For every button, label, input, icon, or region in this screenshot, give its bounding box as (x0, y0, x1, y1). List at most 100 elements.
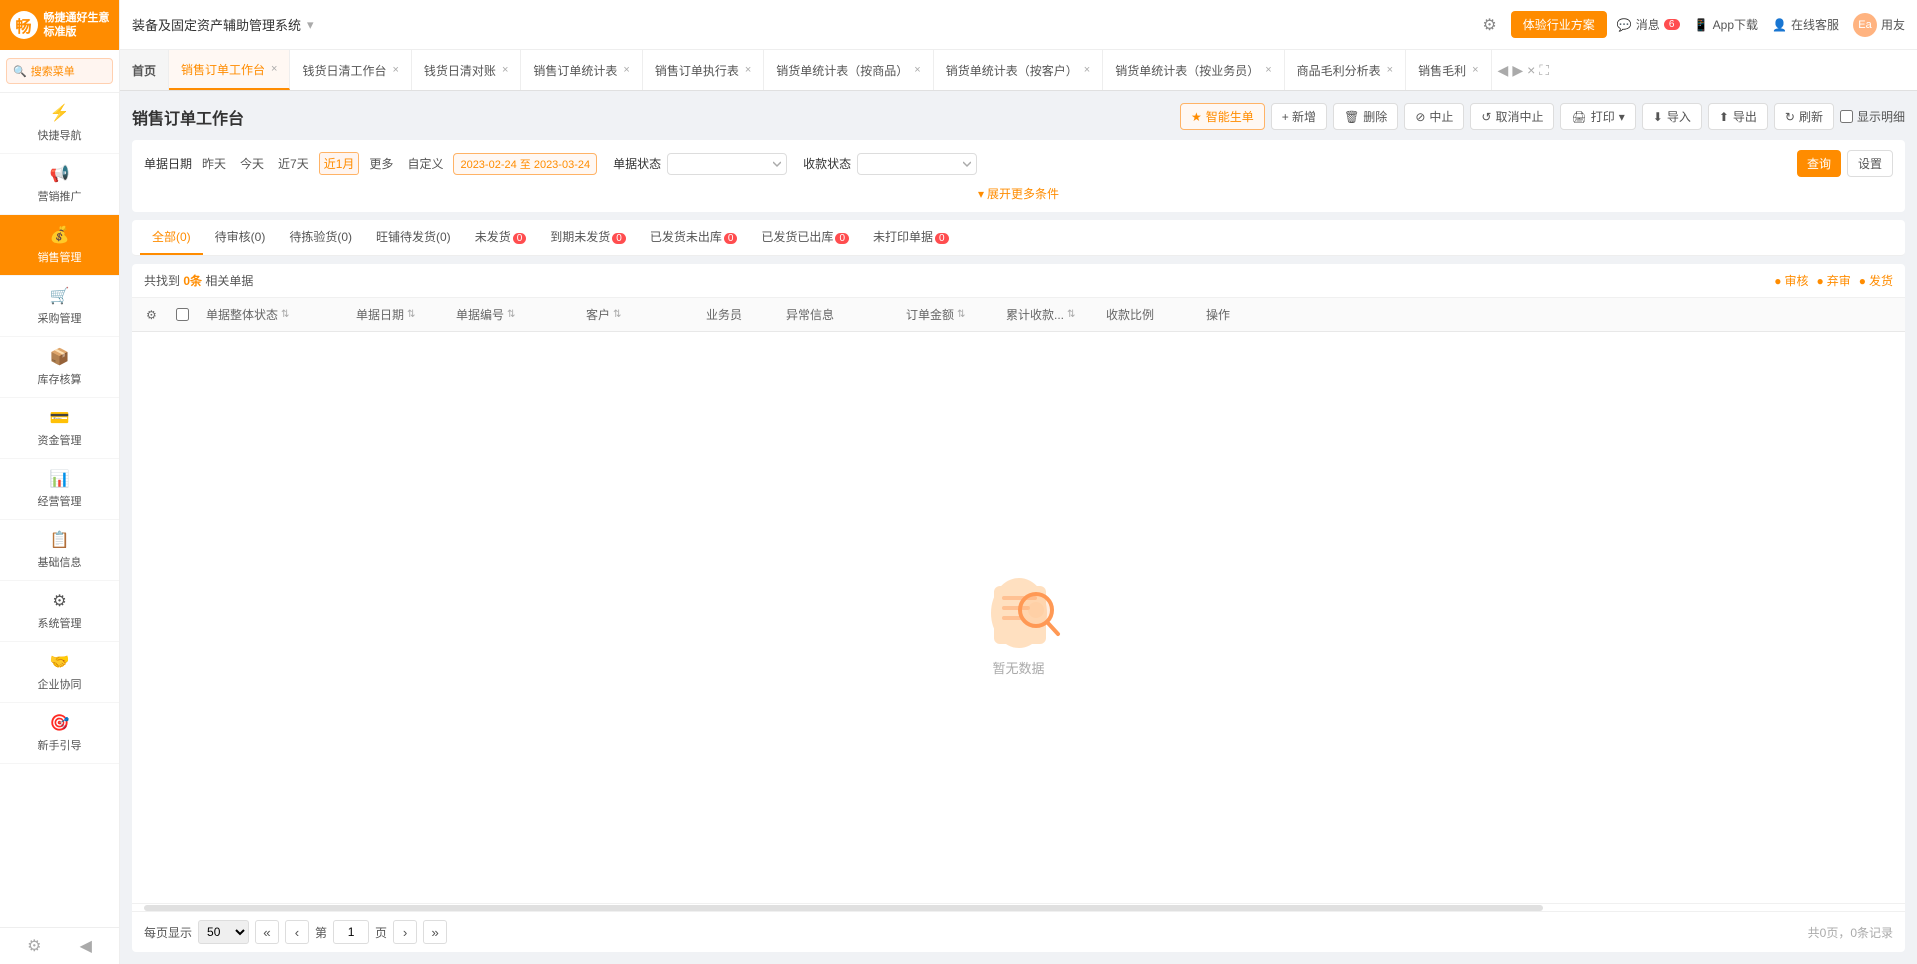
sub-tab-not-printed[interactable]: 未打印单据0 (861, 220, 961, 255)
export-button[interactable]: ⬆ 导出 (1708, 103, 1768, 130)
sidebar-item-guide[interactable]: 🎯 新手引导 (0, 703, 119, 764)
tab-close-sg[interactable]: × (1472, 64, 1478, 76)
sidebar-collapse-button[interactable]: ◀ (80, 936, 92, 956)
tab-sales-stats[interactable]: 销售订单统计表 × (521, 50, 642, 90)
tab-nav-left-icon[interactable]: ◀ (1498, 62, 1509, 79)
tab-close-product[interactable]: × (914, 64, 920, 76)
sidebar-item-cooperation[interactable]: 🤝 企业协同 (0, 642, 119, 703)
add-button[interactable]: + 新增 (1271, 103, 1327, 130)
online-service-button[interactable]: 👤 在线客服 (1772, 16, 1839, 33)
date-yesterday[interactable]: 昨天 (198, 152, 230, 175)
tab-close-exec[interactable]: × (745, 64, 751, 76)
th-customer: 客户 ⇅ (580, 298, 700, 331)
page-first-button[interactable]: « (255, 920, 279, 944)
sub-tab-shipped-not-out[interactable]: 已发货未出库0 (638, 220, 750, 255)
tab-sales-person[interactable]: 销货单统计表（按业务员） × (1103, 50, 1284, 90)
sub-tab-store-pending[interactable]: 旺铺待发货(0) (364, 220, 463, 255)
tab-maximize-icon[interactable]: ⛶ (1539, 62, 1549, 79)
tab-close-stats[interactable]: × (623, 64, 629, 76)
sub-tab-pending-check[interactable]: 待拣验货(0) (277, 220, 364, 255)
show-detail-checkbox[interactable] (1840, 110, 1853, 123)
sort-date-icon[interactable]: ⇅ (407, 309, 415, 320)
abandon-review-button[interactable]: ● 弃审 (1816, 272, 1850, 289)
tab-close-reconcile[interactable]: × (502, 64, 508, 76)
sub-tab-pending-review[interactable]: 待审核(0) (203, 220, 278, 255)
date-more[interactable]: 更多 (365, 152, 397, 175)
sort-customer-icon[interactable]: ⇅ (613, 309, 621, 320)
tab-close-sales[interactable]: × (271, 63, 277, 75)
smart-gen-button[interactable]: ★ 智能生单 (1180, 103, 1265, 130)
sub-tab-not-shipped[interactable]: 未发货0 (463, 220, 539, 255)
tab-close-customer[interactable]: × (1084, 64, 1090, 76)
date-range-display[interactable]: 2023-02-24 至 2023-03-24 (453, 153, 597, 175)
review-button[interactable]: ● 审核 (1774, 272, 1808, 289)
expand-filter-button[interactable]: ▾ 展开更多条件 (978, 185, 1059, 202)
sort-number-icon[interactable]: ⇅ (507, 309, 515, 320)
sidebar-item-marketing[interactable]: 📢 营销推广 (0, 154, 119, 215)
th-settings[interactable]: ⚙ (140, 298, 170, 331)
tab-cash-daily[interactable]: 钱货日清工作台 × (290, 50, 411, 90)
page-input[interactable] (333, 920, 369, 944)
tab-reconcile[interactable]: 钱货日清对账 × (412, 50, 521, 90)
tab-close-cash[interactable]: × (392, 64, 398, 76)
business-icon: 📊 (50, 469, 70, 489)
sidebar-item-inventory[interactable]: 📦 库存核算 (0, 337, 119, 398)
print-button[interactable]: 🖨 打印 ▾ (1560, 103, 1635, 130)
user-menu-button[interactable]: Ea 用友 (1853, 13, 1905, 37)
cancel-stop-button[interactable]: ↺ 取消中止 (1470, 103, 1554, 130)
sort-status-icon[interactable]: ⇅ (281, 309, 289, 320)
tab-sales-gross[interactable]: 销售毛利 × (1406, 50, 1491, 90)
payment-select[interactable] (857, 153, 977, 175)
sidebar-item-basic-info[interactable]: 📋 基础信息 (0, 520, 119, 581)
sidebar-item-purchase[interactable]: 🛒 采购管理 (0, 276, 119, 337)
tab-sales-customer[interactable]: 销货单统计表（按客户） × (934, 50, 1103, 90)
tab-gross-profit[interactable]: 商品毛利分析表 × (1285, 50, 1406, 90)
title-dropdown-icon[interactable]: ▾ (307, 17, 314, 33)
solution-button[interactable]: 体验行业方案 (1511, 11, 1607, 38)
sub-tab-all[interactable]: 全部(0) (140, 220, 203, 255)
sidebar-item-business[interactable]: 📊 经营管理 (0, 459, 119, 520)
tab-sales-workbench[interactable]: 销售订单工作台 × (169, 50, 290, 90)
sub-tab-overdue-ship[interactable]: 到期未发货0 (538, 220, 638, 255)
search-button[interactable]: 查询 (1797, 150, 1841, 177)
select-all-checkbox[interactable] (176, 308, 189, 321)
sidebar-item-sales[interactable]: 💰 销售管理 (0, 215, 119, 276)
refresh-button[interactable]: ↻ 刷新 (1774, 103, 1834, 130)
status-select[interactable] (667, 153, 787, 175)
tab-home[interactable]: 首页 (120, 50, 169, 90)
tab-sales-product[interactable]: 销货单统计表（按商品） × (764, 50, 933, 90)
page-prev-button[interactable]: ‹ (285, 920, 309, 944)
show-detail-label[interactable]: 显示明细 (1840, 108, 1905, 125)
date-today[interactable]: 今天 (236, 152, 268, 175)
tab-close-gp[interactable]: × (1387, 64, 1393, 76)
tab-close-all-icon[interactable]: × (1527, 62, 1535, 78)
search-menu-button[interactable]: 🔍 搜索菜单 (6, 58, 113, 84)
date-7days[interactable]: 近7天 (274, 152, 313, 175)
th-checkbox[interactable] (170, 298, 200, 331)
app-download-button[interactable]: 📱 App下载 (1694, 16, 1758, 33)
sidebar-item-system[interactable]: ⚙ 系统管理 (0, 581, 119, 642)
service-icon: 👤 (1772, 18, 1787, 32)
tab-sales-exec[interactable]: 销售订单执行表 × (643, 50, 764, 90)
import-button[interactable]: ⬇ 导入 (1642, 103, 1702, 130)
page-last-button[interactable]: » (423, 920, 447, 944)
tab-nav-right-icon[interactable]: ▶ (1512, 62, 1523, 79)
sidebar-item-finance[interactable]: 💳 资金管理 (0, 398, 119, 459)
ship-button[interactable]: ● 发货 (1859, 272, 1893, 289)
topbar-gear-icon[interactable]: ⚙ (1482, 15, 1496, 35)
quick-nav-icon: ⚡ (50, 103, 70, 123)
sub-tab-shipped-out[interactable]: 已发货已出库0 (749, 220, 861, 255)
message-button[interactable]: 💬 消息 6 (1617, 16, 1680, 33)
sort-amount-icon[interactable]: ⇅ (957, 309, 965, 320)
sort-cumulative-icon[interactable]: ⇅ (1067, 309, 1075, 320)
tab-close-person[interactable]: × (1265, 64, 1271, 76)
sidebar-item-quick-nav[interactable]: ⚡ 快捷导航 (0, 93, 119, 154)
sidebar-setting-button[interactable]: ⚙ (27, 936, 41, 956)
setting-filter-button[interactable]: 设置 (1847, 150, 1893, 177)
page-next-button[interactable]: › (393, 920, 417, 944)
per-page-select[interactable]: 50 20 100 (198, 920, 249, 944)
stop-button[interactable]: ⊘ 中止 (1404, 103, 1464, 130)
delete-button[interactable]: 🗑 删除 (1333, 103, 1398, 130)
date-custom[interactable]: 自定义 (403, 152, 447, 175)
date-1month[interactable]: 近1月 (319, 152, 360, 175)
